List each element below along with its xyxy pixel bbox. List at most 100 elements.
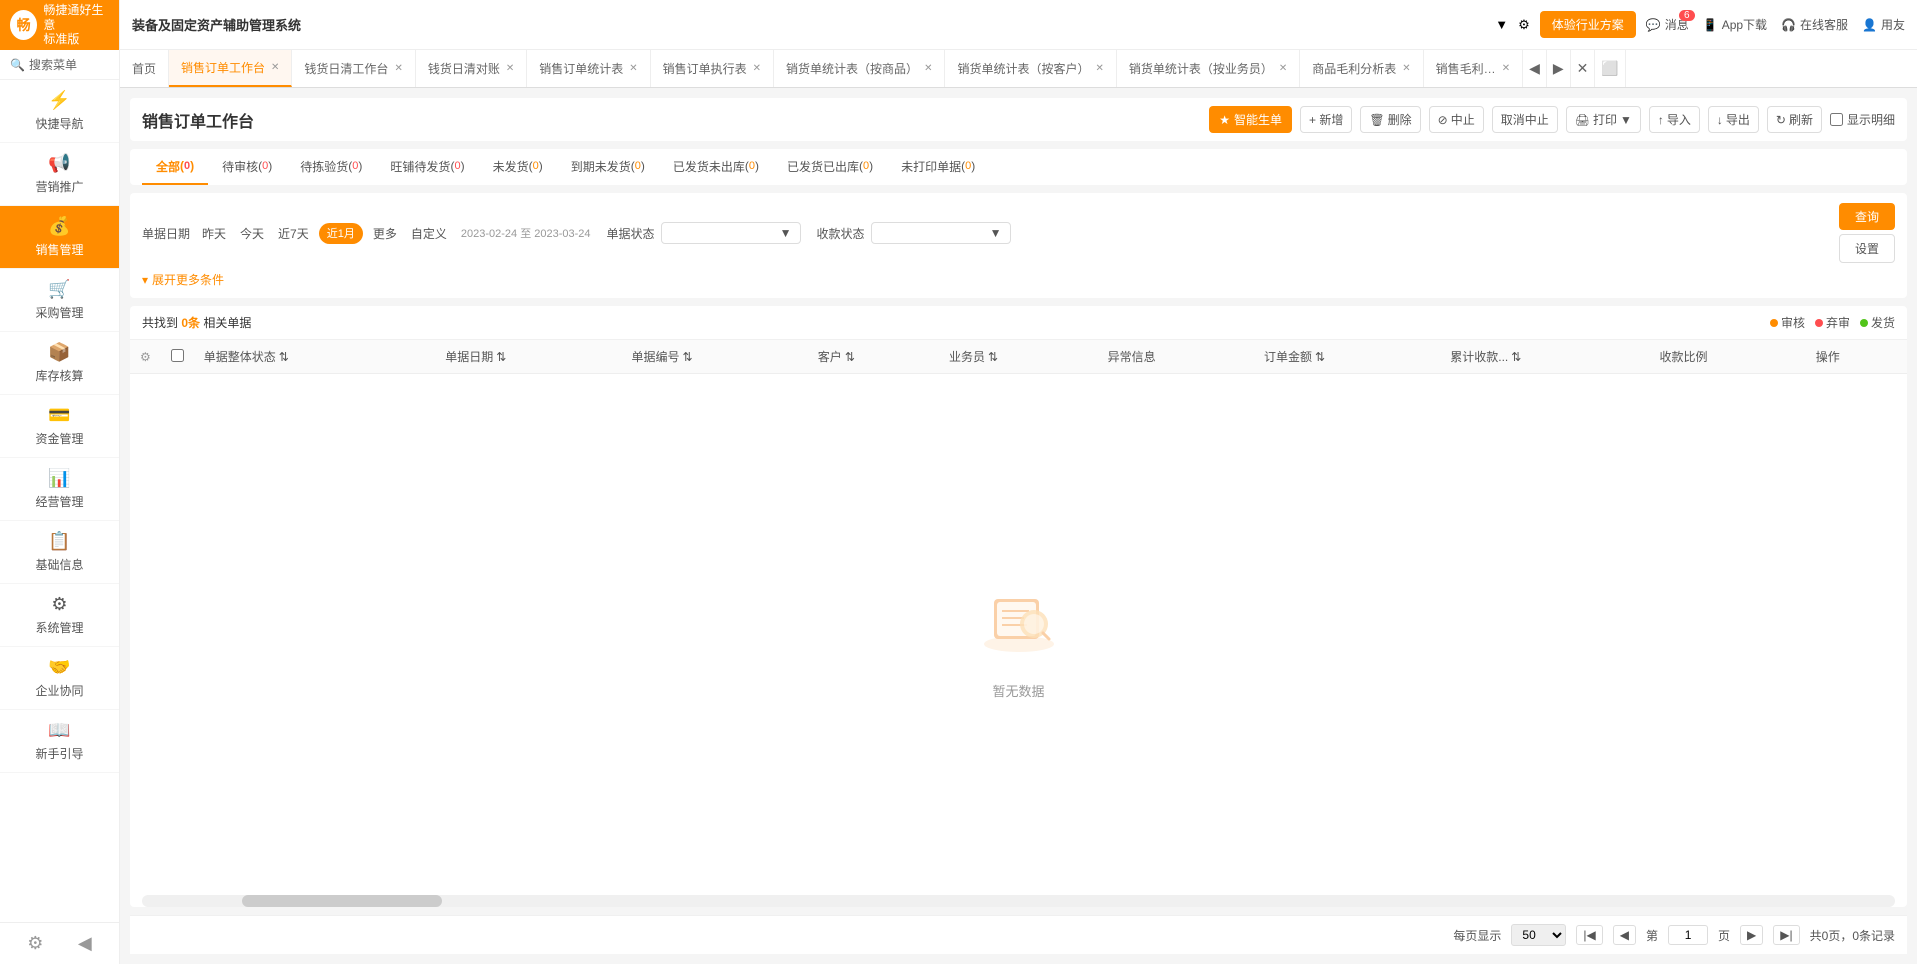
date-option-7days[interactable]: 近7天 <box>274 223 313 244</box>
sidebar-item-purchase[interactable]: 🛒 采购管理 <box>0 269 119 332</box>
last-page-btn[interactable]: ▶| <box>1773 925 1799 945</box>
sidebar-item-system[interactable]: ⚙ 系统管理 <box>0 584 119 647</box>
expand-more-btn[interactable]: ▾ 展开更多条件 <box>142 271 224 288</box>
tab-close-sales-exec[interactable]: ✕ <box>753 63 761 74</box>
tab-sales-exec[interactable]: 销售订单执行表 ✕ <box>651 50 774 87</box>
user-item[interactable]: 👤 用友 <box>1862 16 1905 33</box>
tab-prev-btn[interactable]: ◀ <box>1523 50 1547 87</box>
sidebar-item-guide[interactable]: 📖 新手引导 <box>0 710 119 773</box>
detail-toggle-checkbox[interactable] <box>1830 113 1843 126</box>
message-item[interactable]: 💬 💬 6 消息 <box>1646 16 1689 33</box>
tab-sales-product[interactable]: 销货单统计表（按商品） ✕ <box>774 50 945 87</box>
per-page-select[interactable]: 50 20 100 <box>1511 924 1566 946</box>
query-button[interactable]: 查询 <box>1839 203 1895 230</box>
filter-tab-shipped-out[interactable]: 已发货已出库(0) <box>773 149 887 185</box>
tab-close-cash-reconcile[interactable]: ✕ <box>506 63 514 74</box>
sidebar-item-operations[interactable]: 📊 经营管理 <box>0 458 119 521</box>
tab-close-sales-stat[interactable]: ✕ <box>629 63 637 74</box>
sidebar-item-enterprise[interactable]: 🤝 企业协同 <box>0 647 119 710</box>
scrollbar-thumb[interactable] <box>242 895 442 907</box>
tab-cash-daily[interactable]: 钱货日清工作台 ✕ <box>292 50 415 87</box>
filter-tab-overdue-ship[interactable]: 到期未发货(0) <box>557 149 659 185</box>
smart-create-button[interactable]: ★ 智能生单 <box>1209 106 1292 133</box>
th-amount-sort[interactable]: 订单金额 ⇅ <box>1264 348 1430 365</box>
tab-close-all-btn[interactable]: ✕ <box>1571 50 1596 87</box>
select-all-checkbox[interactable] <box>171 349 184 362</box>
tab-close-sales-margin[interactable]: ✕ <box>1402 63 1410 74</box>
tab-bar: 首页 销售订单工作台 ✕ 钱货日清工作台 ✕ 钱货日清对账 ✕ 销售订单统计表 … <box>120 50 1917 88</box>
collapse-icon[interactable]: ◀ <box>78 933 92 954</box>
date-option-custom[interactable]: 自定义 <box>407 223 451 244</box>
date-option-today[interactable]: 今天 <box>236 223 268 244</box>
print-button[interactable]: 🖨 打印 ▼ <box>1566 106 1641 133</box>
th-date-sort[interactable]: 单据日期 ⇅ <box>445 348 611 365</box>
first-page-btn[interactable]: |◀ <box>1576 925 1602 945</box>
tab-maximize-btn[interactable]: ⬜ <box>1595 50 1625 87</box>
filter-tab-not-printed[interactable]: 未打印单据(0) <box>887 149 989 185</box>
tab-close-sales-staff[interactable]: ✕ <box>1279 63 1287 74</box>
sidebar-item-sales[interactable]: 💰 销售管理 <box>0 206 119 269</box>
tab-close-sales-more[interactable]: ✕ <box>1502 63 1510 74</box>
th-gear[interactable]: ⚙ <box>130 340 161 374</box>
tab-sales-customer[interactable]: 销货单统计表（按客户） ✕ <box>945 50 1116 87</box>
prev-page-btn[interactable]: ◀ <box>1613 925 1636 945</box>
print-icon: 🖨 <box>1575 113 1590 127</box>
tab-sales-more[interactable]: 销售毛利… ✕ <box>1424 50 1523 87</box>
sidebar-item-inventory[interactable]: 📦 库存核算 <box>0 332 119 395</box>
sidebar-item-marketing[interactable]: 📢 营销推广 <box>0 143 119 206</box>
filter-tab-pending-check[interactable]: 待拣验货(0) <box>286 149 376 185</box>
anti-audit-btn[interactable]: 弃审 <box>1815 314 1850 331</box>
tab-sales-staff[interactable]: 销货单统计表（按业务员） ✕ <box>1117 50 1300 87</box>
online-service-item[interactable]: 🎧 在线客服 <box>1781 16 1848 33</box>
app-download-item[interactable]: 📱 App下载 <box>1703 16 1767 33</box>
tab-sales-stat[interactable]: 销售订单统计表 ✕ <box>527 50 650 87</box>
stop-button[interactable]: ⊘ 中止 <box>1429 106 1484 133</box>
settings-gear-icon[interactable]: ⚙ <box>1518 17 1530 33</box>
setting-button[interactable]: 设置 <box>1839 234 1895 263</box>
date-option-more[interactable]: 更多 <box>369 223 401 244</box>
tab-home[interactable]: 首页 <box>120 50 169 87</box>
th-collected-sort[interactable]: 累计收款... ⇅ <box>1450 348 1639 365</box>
cancel-stop-button[interactable]: 取消中止 <box>1492 106 1558 133</box>
filter-tab-pending-review[interactable]: 待审核(0) <box>208 149 286 185</box>
tab-next-btn[interactable]: ▶ <box>1547 50 1571 87</box>
filter-tab-not-shipped[interactable]: 未发货(0) <box>479 149 557 185</box>
tab-sales-margin[interactable]: 商品毛利分析表 ✕ <box>1300 50 1423 87</box>
th-status-sort[interactable]: 单据整体状态 ⇅ <box>204 348 425 365</box>
th-number-sort[interactable]: 单据编号 ⇅ <box>632 348 798 365</box>
tab-cash-reconcile[interactable]: 钱货日清对账 ✕ <box>416 50 527 87</box>
import-button[interactable]: ↑ 导入 <box>1649 106 1700 133</box>
status-select[interactable]: ▼ <box>661 222 801 244</box>
date-option-yesterday[interactable]: 昨天 <box>198 223 230 244</box>
experience-button[interactable]: 体验行业方案 <box>1540 11 1636 38</box>
sidebar-item-finance[interactable]: 💳 资金管理 <box>0 395 119 458</box>
th-customer-sort[interactable]: 客户 ⇅ <box>818 348 929 365</box>
horizontal-scrollbar[interactable] <box>142 895 1895 907</box>
refresh-button[interactable]: ↻ 刷新 <box>1767 106 1822 133</box>
add-button[interactable]: + 新增 <box>1300 106 1352 133</box>
sidebar-item-basic-info[interactable]: 📋 基础信息 <box>0 521 119 584</box>
tab-close-sales-workbench[interactable]: ✕ <box>271 62 279 73</box>
dropdown-icon[interactable]: ▼ <box>1495 17 1508 32</box>
tab-close-cash-daily[interactable]: ✕ <box>394 63 402 74</box>
page-input[interactable] <box>1668 925 1708 945</box>
payment-select[interactable]: ▼ <box>871 222 1011 244</box>
date-option-1month[interactable]: 近1月 <box>319 223 363 244</box>
tab-sales-workbench[interactable]: 销售订单工作台 ✕ <box>169 50 292 87</box>
status-filter-label: 单据状态 <box>607 225 655 242</box>
delete-button[interactable]: 🗑 删除 <box>1360 106 1420 133</box>
ship-btn[interactable]: 发货 <box>1860 314 1895 331</box>
next-page-btn[interactable]: ▶ <box>1740 925 1763 945</box>
sidebar-item-quick-nav[interactable]: ⚡ 快捷导航 <box>0 80 119 143</box>
filter-tab-shipped-not-out[interactable]: 已发货未出库(0) <box>659 149 773 185</box>
tab-close-sales-customer[interactable]: ✕ <box>1095 63 1103 74</box>
settings-icon[interactable]: ⚙ <box>27 933 43 954</box>
audit-btn[interactable]: 审核 <box>1770 314 1805 331</box>
th-staff-sort[interactable]: 业务员 ⇅ <box>949 348 1088 365</box>
filter-tab-wangpu-ship[interactable]: 旺铺待发货(0) <box>376 149 478 185</box>
tab-close-sales-product[interactable]: ✕ <box>924 63 932 74</box>
export-button[interactable]: ↓ 导出 <box>1708 106 1759 133</box>
search-menu[interactable]: 🔍 搜索菜单 <box>0 50 119 80</box>
th-checkbox[interactable] <box>161 340 194 374</box>
filter-tab-all[interactable]: 全部(0) <box>142 149 208 185</box>
